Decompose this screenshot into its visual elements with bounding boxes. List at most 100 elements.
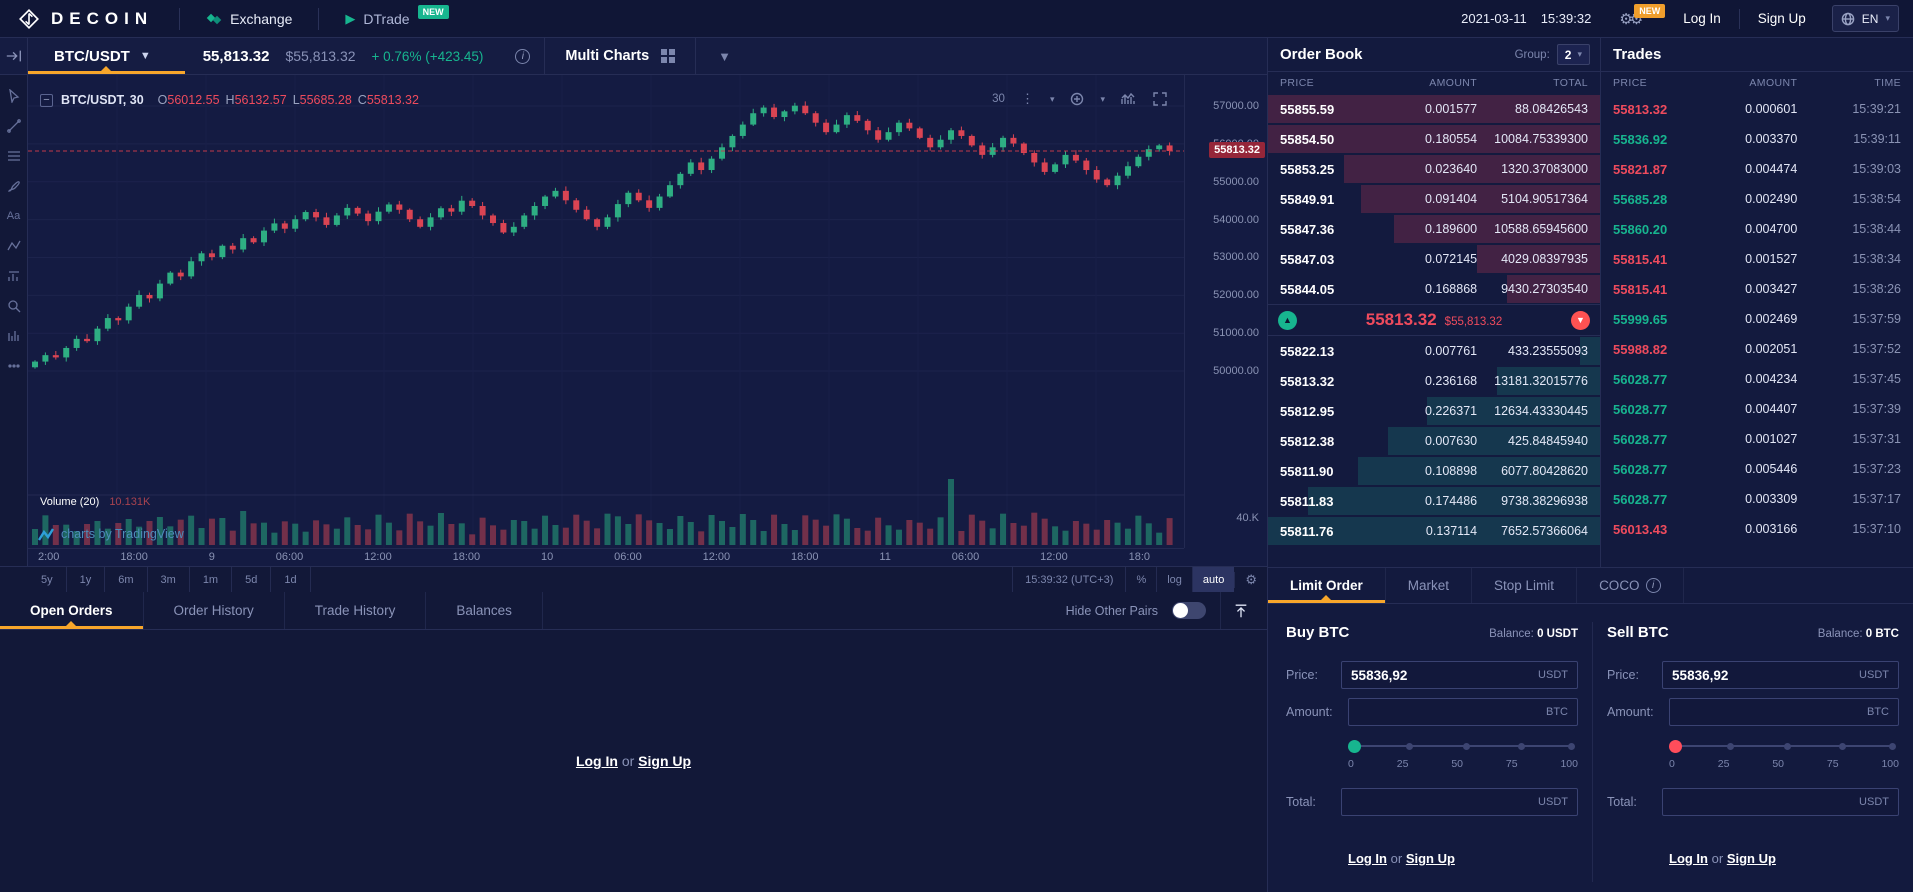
- indicator-dropdown-icon[interactable]: ▾: [1100, 94, 1105, 105]
- order-book-ask-row[interactable]: 55844.05 0.168868 9430.27303540: [1268, 274, 1600, 304]
- signup-link[interactable]: Sign Up: [1406, 851, 1455, 866]
- sell-percent-slider[interactable]: 0 25 50 75 100: [1669, 739, 1899, 770]
- order-book-ask-row[interactable]: 55853.25 0.023640 1320.37083000: [1268, 154, 1600, 184]
- indicators-icon[interactable]: [1121, 92, 1137, 106]
- sell-slider-knob[interactable]: [1669, 740, 1682, 753]
- sell-price-input[interactable]: [1672, 667, 1854, 683]
- order-book-bid-row[interactable]: 55813.32 0.236168 13181.32015776: [1268, 366, 1600, 396]
- sell-amount-input[interactable]: [1679, 704, 1861, 720]
- order-book-ask-row[interactable]: 55847.03 0.072145 4029.08397935: [1268, 244, 1600, 274]
- pattern-tool-icon[interactable]: [3, 233, 25, 259]
- scale-log[interactable]: log: [1156, 567, 1192, 592]
- login-link[interactable]: Log In: [1669, 851, 1708, 866]
- buy-total-input[interactable]: [1351, 794, 1533, 810]
- app-root: DECOIN Exchange ▶ DTrade NEW 2021-03-11 …: [0, 0, 1913, 892]
- bottom-tab-open-orders[interactable]: Open Orders: [0, 592, 144, 629]
- time-tick: 12:00: [1040, 551, 1068, 563]
- bottom-tab-order-history[interactable]: Order History: [144, 592, 285, 629]
- hide-other-pairs-toggle[interactable]: [1172, 602, 1206, 619]
- login-link[interactable]: Log In: [1348, 851, 1387, 866]
- candlestick-chart[interactable]: − BTC/USDT, 30 O56012.55 H56132.57 L55685.…: [28, 75, 1267, 566]
- order-book-ask-row[interactable]: 55855.59 0.001577 88.08426543: [1268, 94, 1600, 124]
- chart-menu-icon[interactable]: ⋮: [1021, 91, 1034, 107]
- range-6m[interactable]: 6m: [105, 567, 148, 592]
- order-book-bid-row[interactable]: 55812.38 0.007630 425.84845940: [1268, 426, 1600, 456]
- signup-link[interactable]: Sign Up: [638, 753, 691, 769]
- chart-header-dropdown-icon[interactable]: ▼: [696, 38, 753, 74]
- sell-total-input[interactable]: [1672, 794, 1854, 810]
- range-1m[interactable]: 1m: [190, 567, 233, 592]
- order-book-bid-row[interactable]: 55811.90 0.108898 6077.80428620: [1268, 456, 1600, 486]
- price-tick: 50000.00: [1213, 365, 1259, 378]
- order-tab-stop-limit[interactable]: Stop Limit: [1472, 568, 1578, 603]
- range-3m[interactable]: 3m: [148, 567, 190, 592]
- range-1y[interactable]: 1y: [67, 567, 106, 592]
- scale-%[interactable]: %: [1125, 567, 1156, 592]
- pair-info-icon[interactable]: i: [515, 48, 531, 64]
- sell-arrow-icon[interactable]: ▼: [1571, 310, 1590, 330]
- row-total: 5104.90517364: [1501, 192, 1588, 206]
- order-book-ask-row[interactable]: 55854.50 0.180554 10084.75339300: [1268, 124, 1600, 154]
- login-link[interactable]: Log In: [576, 753, 618, 769]
- collapse-watchlist-icon[interactable]: [0, 38, 28, 74]
- buy-slider-knob[interactable]: [1348, 740, 1361, 753]
- order-book-bid-row[interactable]: 55811.83 0.174486 9738.38296938: [1268, 486, 1600, 516]
- forecast-tool-icon[interactable]: [3, 263, 25, 289]
- trade-amount: 0.002469: [1745, 312, 1798, 326]
- bottom-tab-trade-history[interactable]: Trade History: [285, 592, 427, 629]
- price-tick: 51000.00: [1213, 327, 1259, 340]
- group-select[interactable]: 2 ▾: [1556, 44, 1590, 65]
- language-selector[interactable]: EN ▾: [1831, 5, 1899, 32]
- sell-price-label: Price:: [1607, 668, 1639, 682]
- text-tool-icon[interactable]: Aa: [3, 203, 25, 229]
- compare-icon[interactable]: [1070, 92, 1084, 106]
- buy-amount-input[interactable]: [1358, 704, 1540, 720]
- time-axis[interactable]: 2:00 18:00 9 06:00 12:00 18:00 10 06:00 12:00 18:…: [28, 548, 1184, 566]
- scale-auto[interactable]: auto: [1191, 567, 1235, 592]
- order-tab-limit-order[interactable]: Limit Order: [1268, 568, 1386, 603]
- login-button[interactable]: Log In: [1665, 11, 1739, 26]
- order-tab-coco[interactable]: COCO i: [1577, 568, 1684, 603]
- interval-button[interactable]: 30: [992, 93, 1005, 105]
- expand-panel-icon[interactable]: [1220, 592, 1261, 629]
- trade-row: 55860.20 0.004700 15:38:44: [1601, 214, 1913, 244]
- pair-selector-tab[interactable]: BTC/USDT ▼: [28, 38, 185, 74]
- order-tab-market[interactable]: Market: [1386, 568, 1473, 603]
- time-tick: 11: [879, 551, 891, 563]
- fib-tool-icon[interactable]: [3, 143, 25, 169]
- signup-button[interactable]: Sign Up: [1740, 11, 1824, 26]
- fullscreen-icon[interactable]: [1153, 92, 1167, 106]
- chart-canvas[interactable]: [28, 75, 1185, 548]
- nav-exchange[interactable]: Exchange: [180, 0, 318, 38]
- order-book-ask-row[interactable]: 55849.91 0.091404 5104.90517364: [1268, 184, 1600, 214]
- chart-type-dropdown-icon[interactable]: ▾: [1050, 94, 1055, 105]
- trade-amount: 0.003166: [1745, 522, 1798, 536]
- cursor-tool-icon[interactable]: [3, 83, 25, 109]
- chart-settings-gear-icon[interactable]: ⚙: [1234, 571, 1267, 588]
- nav-dtrade[interactable]: ▶ DTrade NEW: [319, 0, 474, 38]
- collapse-legend-icon[interactable]: −: [40, 93, 53, 107]
- signup-link[interactable]: Sign Up: [1727, 851, 1776, 866]
- order-book-bid-row[interactable]: 55811.76 0.137114 7652.57366064: [1268, 516, 1600, 546]
- brand-logo[interactable]: DECOIN: [0, 6, 179, 32]
- price-axis[interactable]: 57000.0056000.0055000.0054000.0053000.00…: [1184, 75, 1267, 548]
- bars-pattern-tool-icon[interactable]: [3, 323, 25, 349]
- zoom-tool-icon[interactable]: [3, 293, 25, 319]
- order-book-bid-row[interactable]: 55822.13 0.007761 433.23555093: [1268, 336, 1600, 366]
- bottom-tab-balances[interactable]: Balances: [426, 592, 543, 629]
- range-5y[interactable]: 5y: [28, 567, 67, 592]
- tradingview-attribution[interactable]: charts by TradingView: [38, 527, 184, 541]
- time-tick: 12:00: [702, 551, 731, 563]
- buy-percent-slider[interactable]: 0 25 50 75 100: [1348, 739, 1578, 770]
- brush-tool-icon[interactable]: [3, 173, 25, 199]
- range-1d[interactable]: 1d: [271, 567, 311, 592]
- or-label: or: [621, 753, 635, 769]
- more-tools-icon[interactable]: [3, 353, 25, 379]
- order-book-ask-row[interactable]: 55847.36 0.189600 10588.65945600: [1268, 214, 1600, 244]
- range-5d[interactable]: 5d: [232, 567, 272, 592]
- order-book-bid-row[interactable]: 55812.95 0.226371 12634.43330445: [1268, 396, 1600, 426]
- multi-charts-button[interactable]: Multi Charts: [545, 38, 695, 74]
- buy-price-input[interactable]: [1351, 667, 1533, 683]
- trendline-tool-icon[interactable]: [3, 113, 25, 139]
- buy-arrow-icon[interactable]: ▲: [1278, 310, 1297, 330]
